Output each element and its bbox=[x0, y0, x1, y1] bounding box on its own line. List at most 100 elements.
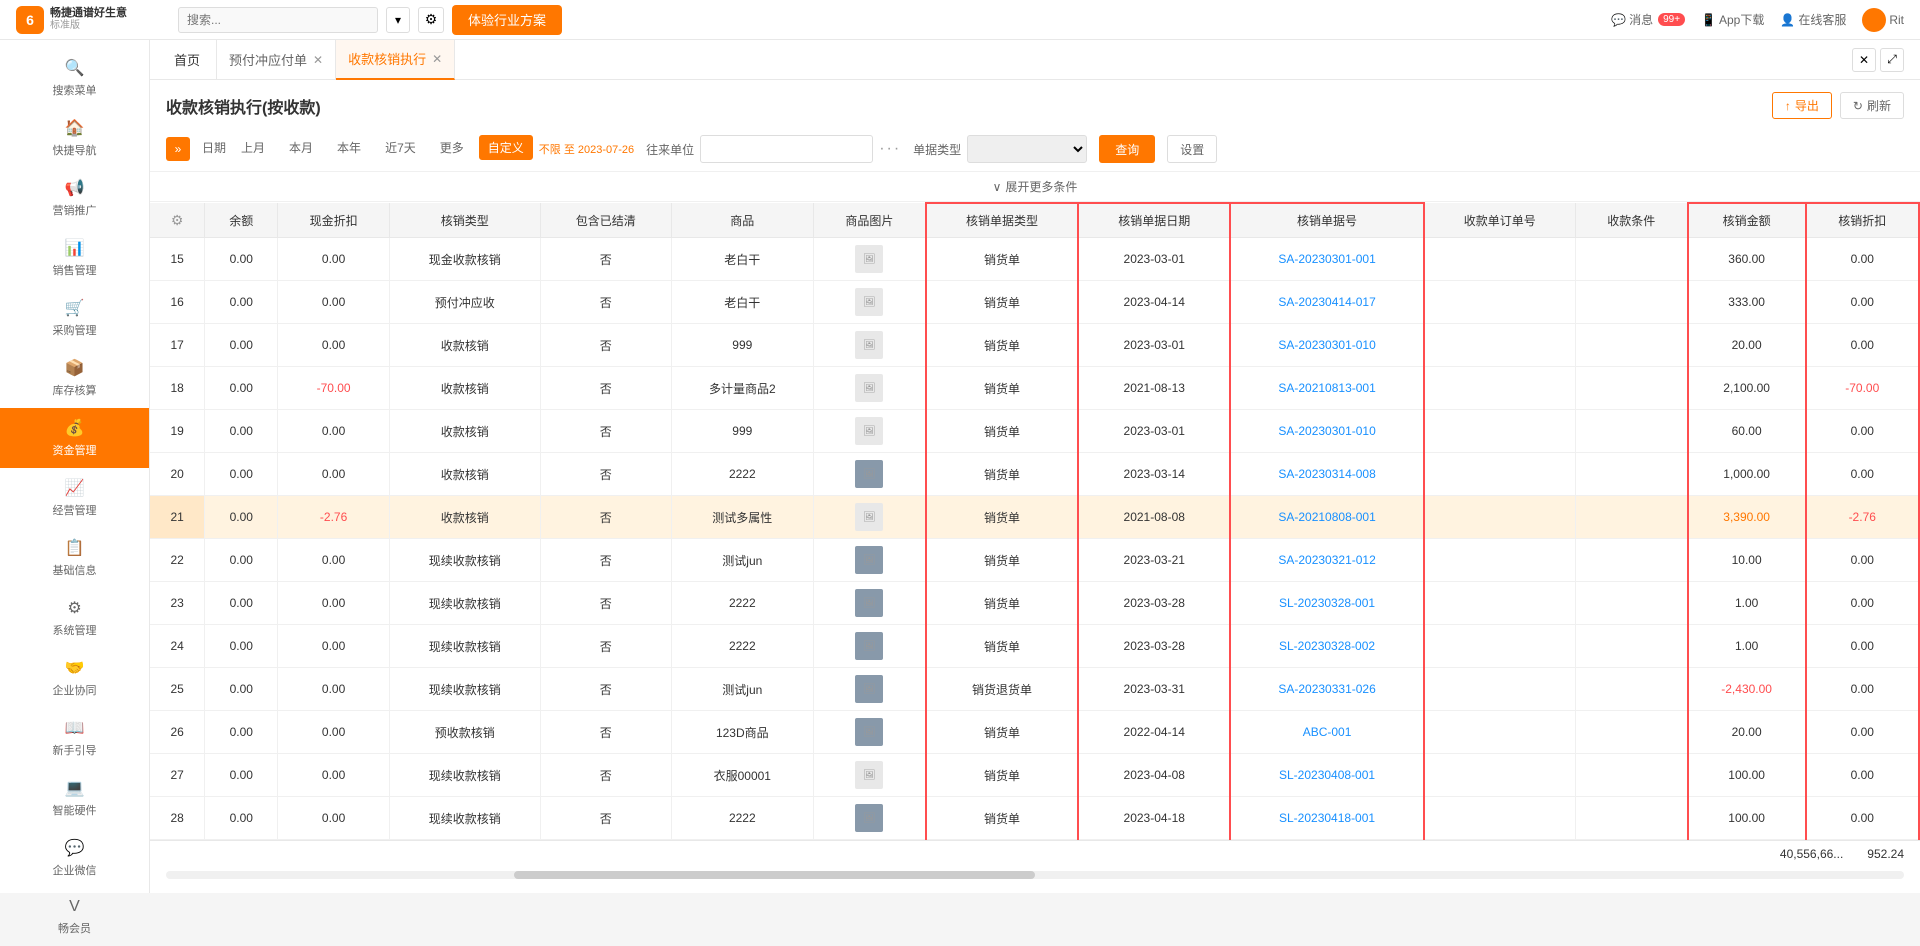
verify-bill-no-link[interactable]: SA-20230414-017 bbox=[1278, 295, 1375, 309]
search-button[interactable]: 查询 bbox=[1099, 135, 1155, 163]
td-cash-discount: 0.00 bbox=[278, 797, 390, 840]
table-row[interactable]: 22 0.00 0.00 现续收款核销 否 测试jun 🖼 销货单 2023-0… bbox=[150, 539, 1919, 582]
inventory-icon: 📦 bbox=[65, 358, 85, 378]
tab-prepay-close[interactable]: ✕ bbox=[313, 53, 323, 67]
tab-maximize[interactable]: ⤢ bbox=[1880, 48, 1904, 72]
verify-bill-no-link[interactable]: ABC-001 bbox=[1303, 725, 1352, 739]
table-row[interactable]: 28 0.00 0.00 现续收款核销 否 2222 🖼 销货单 2023-04… bbox=[150, 797, 1919, 840]
table-row[interactable]: 18 0.00 -70.00 收款核销 否 多计量商品2 🖼 销货单 2021-… bbox=[150, 367, 1919, 410]
filter-this-month[interactable]: 本月 bbox=[280, 135, 322, 160]
app-download-button[interactable]: 📱 App下载 bbox=[1701, 11, 1764, 28]
verify-bill-no-link[interactable]: SA-20230321-012 bbox=[1278, 553, 1375, 567]
td-balance: 0.00 bbox=[205, 453, 278, 496]
sidebar-item-inventory[interactable]: 📦 库存核算 bbox=[0, 348, 149, 408]
table-row[interactable]: 23 0.00 0.00 现续收款核销 否 2222 🖼 销货单 2023-03… bbox=[150, 582, 1919, 625]
scroll-thumb[interactable] bbox=[514, 871, 1035, 879]
tab-prepay[interactable]: 预付冲应付单 ✕ bbox=[217, 40, 336, 80]
th-settings[interactable]: ⚙ bbox=[150, 203, 205, 238]
gear-button[interactable]: ⚙ bbox=[418, 7, 444, 33]
filter-partner-input[interactable] bbox=[700, 135, 873, 163]
sidebar-item-guide[interactable]: 📖 新手引导 bbox=[0, 708, 149, 768]
verify-bill-no-link[interactable]: SA-20230301-001 bbox=[1278, 252, 1375, 266]
td-verify-bill-no[interactable]: SA-20230314-008 bbox=[1230, 453, 1423, 496]
table-row[interactable]: 24 0.00 0.00 现续收款核销 否 2222 🖼 销货单 2023-03… bbox=[150, 625, 1919, 668]
verify-bill-no-link[interactable]: SA-20230301-010 bbox=[1278, 338, 1375, 352]
verify-bill-no-link[interactable]: SA-20230301-010 bbox=[1278, 424, 1375, 438]
table-row[interactable]: 20 0.00 0.00 收款核销 否 2222 🖼 销货单 2023-03-1… bbox=[150, 453, 1919, 496]
table-row[interactable]: 15 0.00 0.00 现金收款核销 否 老白干 🖼 销货单 2023-03-… bbox=[150, 238, 1919, 281]
sidebar-item-collab[interactable]: 🤝 企业协同 bbox=[0, 648, 149, 708]
td-verify-bill-no[interactable]: SL-20230328-001 bbox=[1230, 582, 1423, 625]
td-verify-bill-no[interactable]: SA-20230414-017 bbox=[1230, 281, 1423, 324]
td-verify-bill-no[interactable]: SA-20230321-012 bbox=[1230, 539, 1423, 582]
td-id: 24 bbox=[150, 625, 205, 668]
tab-close-all[interactable]: ✕ bbox=[1852, 48, 1876, 72]
sidebar-item-marketing[interactable]: 📢 营销推广 bbox=[0, 168, 149, 228]
horizontal-scrollbar[interactable] bbox=[166, 871, 1904, 879]
sidebar-item-system[interactable]: ⚙ 系统管理 bbox=[0, 588, 149, 648]
sidebar-item-operation[interactable]: 📈 经营管理 bbox=[0, 468, 149, 528]
td-verify-bill-no[interactable]: SA-20230331-026 bbox=[1230, 668, 1423, 711]
td-verify-bill-no[interactable]: SA-20230301-010 bbox=[1230, 324, 1423, 367]
verify-bill-no-link[interactable]: SA-20230331-026 bbox=[1278, 682, 1375, 696]
dropdown-button[interactable]: ▾ bbox=[386, 7, 410, 33]
filter-this-year[interactable]: 本年 bbox=[328, 135, 370, 160]
table-row[interactable]: 19 0.00 0.00 收款核销 否 999 🖼 销货单 2023-03-01… bbox=[150, 410, 1919, 453]
online-service-button[interactable]: 👤 在线客服 bbox=[1780, 11, 1846, 28]
user-menu[interactable]: Rit bbox=[1862, 8, 1904, 32]
settings-button[interactable]: 设置 bbox=[1167, 135, 1217, 163]
table-row[interactable]: 21 0.00 -2.76 收款核销 否 测试多属性 🖼 销货单 2021-08… bbox=[150, 496, 1919, 539]
filter-more-dates[interactable]: 更多 bbox=[431, 135, 473, 160]
td-verify-bill-date: 2023-03-01 bbox=[1078, 238, 1230, 281]
verify-bill-no-link[interactable]: SL-20230328-001 bbox=[1279, 596, 1375, 610]
sidebar-item-wechat[interactable]: 💬 企业微信 bbox=[0, 828, 149, 888]
td-verify-bill-no[interactable]: SL-20230328-002 bbox=[1230, 625, 1423, 668]
filter-last-month[interactable]: 上月 bbox=[232, 135, 274, 160]
sidebar-item-sales[interactable]: 📊 销售管理 bbox=[0, 228, 149, 288]
td-cash-discount: -2.76 bbox=[278, 496, 390, 539]
td-verify-bill-no[interactable]: ABC-001 bbox=[1230, 711, 1423, 754]
sidebar-item-search[interactable]: 🔍 搜索菜单 bbox=[0, 48, 149, 108]
filter-voucher-select[interactable] bbox=[967, 135, 1087, 163]
table-row[interactable]: 27 0.00 0.00 现续收款核销 否 衣服00001 🖼 销货单 2023… bbox=[150, 754, 1919, 797]
tab-verify-close[interactable]: ✕ bbox=[432, 52, 442, 66]
td-verify-bill-no[interactable]: SL-20230408-001 bbox=[1230, 754, 1423, 797]
verify-bill-no-link[interactable]: SA-20230314-008 bbox=[1278, 467, 1375, 481]
tab-home[interactable]: 首页 bbox=[158, 40, 217, 80]
sidebar-item-member[interactable]: V 畅会员 bbox=[0, 888, 149, 946]
top-search-input[interactable] bbox=[178, 7, 378, 33]
td-verify-type: 现续收款核销 bbox=[389, 797, 540, 840]
expand-more-button[interactable]: ∨ 展开更多条件 bbox=[993, 178, 1078, 195]
sidebar-item-basic[interactable]: 📋 基础信息 bbox=[0, 528, 149, 588]
verify-bill-no-link[interactable]: SL-20230328-002 bbox=[1279, 639, 1375, 653]
sidebar-item-hardware[interactable]: 💻 智能硬件 bbox=[0, 768, 149, 828]
filter-expand-button[interactable]: » bbox=[166, 137, 190, 161]
td-balance: 0.00 bbox=[205, 367, 278, 410]
verify-bill-no-link[interactable]: SL-20230408-001 bbox=[1279, 768, 1375, 782]
sidebar-item-nav[interactable]: 🏠 快捷导航 bbox=[0, 108, 149, 168]
td-verify-type: 预付冲应收 bbox=[389, 281, 540, 324]
td-verify-bill-no[interactable]: SA-20230301-010 bbox=[1230, 410, 1423, 453]
td-verify-bill-no[interactable]: SA-20230301-001 bbox=[1230, 238, 1423, 281]
td-cash-discount: 0.00 bbox=[278, 711, 390, 754]
sidebar-item-purchase[interactable]: 🛒 采购管理 bbox=[0, 288, 149, 348]
table-row[interactable]: 25 0.00 0.00 现续收款核销 否 测试jun 🖼 销货退货单 2023… bbox=[150, 668, 1919, 711]
industry-button[interactable]: 体验行业方案 bbox=[452, 5, 562, 35]
filter-7days[interactable]: 近7天 bbox=[376, 135, 425, 160]
refresh-button[interactable]: ↻ 刷新 bbox=[1840, 92, 1904, 119]
td-verify-bill-no[interactable]: SA-20210813-001 bbox=[1230, 367, 1423, 410]
td-verify-bill-no[interactable]: SA-20210808-001 bbox=[1230, 496, 1423, 539]
tab-verify[interactable]: 收款核销执行 ✕ bbox=[336, 40, 455, 80]
table-row[interactable]: 17 0.00 0.00 收款核销 否 999 🖼 销货单 2023-03-01… bbox=[150, 324, 1919, 367]
verify-bill-no-link[interactable]: SA-20210808-001 bbox=[1278, 510, 1375, 524]
verify-bill-no-link[interactable]: SL-20230418-001 bbox=[1279, 811, 1375, 825]
data-table: ⚙ 余额 现金折扣 核销类型 包含已结清 商品 商品图片 核销单据类型 核销单据… bbox=[150, 202, 1920, 840]
filter-custom-date[interactable]: 自定义 bbox=[479, 135, 533, 160]
messages-button[interactable]: 💬 消息 99+ bbox=[1611, 11, 1685, 28]
table-row[interactable]: 16 0.00 0.00 预付冲应收 否 老白干 🖼 销货单 2023-04-1… bbox=[150, 281, 1919, 324]
td-verify-bill-no[interactable]: SL-20230418-001 bbox=[1230, 797, 1423, 840]
table-row[interactable]: 26 0.00 0.00 预收款核销 否 123D商品 🖼 销货单 2022-0… bbox=[150, 711, 1919, 754]
verify-bill-no-link[interactable]: SA-20210813-001 bbox=[1278, 381, 1375, 395]
sidebar-item-finance[interactable]: 💰 资金管理 bbox=[0, 408, 149, 468]
export-button[interactable]: ↑ 导出 bbox=[1772, 92, 1832, 119]
